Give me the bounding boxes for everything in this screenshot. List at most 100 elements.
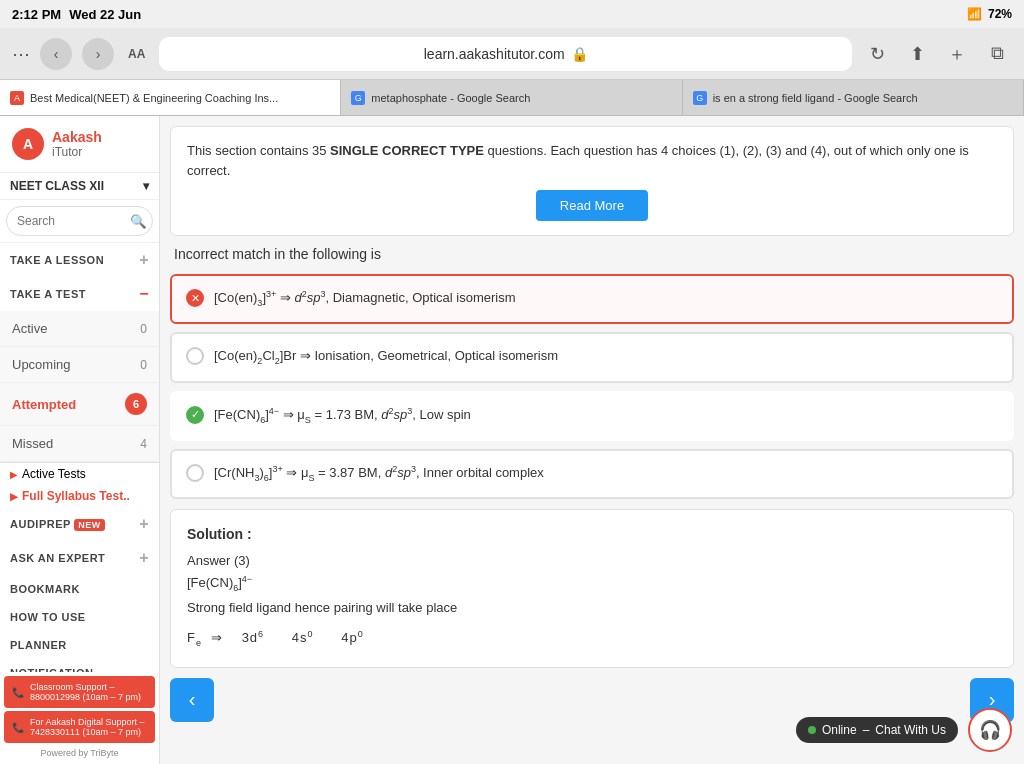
sidebar-item-full-syllabus[interactable]: ▶ Full Syllabus Test.. [0,485,159,507]
share-button[interactable]: ⬆ [902,39,932,69]
sidebar-item-bookmark[interactable]: BOOKMARK [0,575,159,603]
minus-icon-test: − [139,285,149,303]
classroom-support-text: Classroom Support – 8800012998 (10am – 7… [30,682,147,702]
lock-icon: 🔒 [571,46,588,62]
upcoming-count: 0 [140,358,147,372]
tribyte-text: Powered by TriByte [40,748,118,758]
solution-box: Solution : Answer (3) [Fe(CN)6]4− Strong… [170,509,1014,668]
ask-expert-label: ASK AN EXPERT [10,552,105,564]
sidebar-item-active-tests[interactable]: ▶ Active Tests [0,463,159,485]
plus-icon-lesson: + [139,251,149,269]
active-count: 0 [140,322,147,336]
url-text: learn.aakashitutor.com [424,46,565,62]
test-nav-attempted[interactable]: Attempted 6 [0,383,159,426]
class-label: NEET CLASS XII [10,179,104,193]
google-favicon-1: G [351,91,365,105]
solution-compound: [Fe(CN)6]4− [187,572,997,596]
how-to-use-label: HOW TO USE [10,611,86,623]
arrow-icon-syllabus: ▶ [10,491,18,502]
sidebar-item-audiprep[interactable]: AUDIPREP NEW + [0,507,159,541]
test-navigation: Active 0 Upcoming 0 Attempted 6 Missed 4 [0,311,159,463]
new-tab-button[interactable]: ＋ [942,39,972,69]
option-1[interactable]: ✕ [Co(en)3]3+ ⇒ d2sp3, Diamagnetic, Opti… [170,274,1014,324]
sidebar-item-take-a-test[interactable]: TAKE A TEST − [0,277,159,311]
chat-sublabel: – [863,723,870,737]
battery-icon: 72% [988,7,1012,21]
option-4[interactable]: [Cr(NH3)6]3+ ⇒ μS = 3.87 BM, d2sp3, Inne… [170,449,1014,499]
brand-subtitle: iTutor [52,145,102,159]
search-box: 🔍 [0,200,159,243]
solution-explanation: Strong field ligand hence pairing will t… [187,597,997,619]
content-area: This section contains 35 SINGLE CORRECT … [160,116,1024,764]
solution-title: Solution : [187,526,997,542]
headset-button[interactable]: 🎧 [968,708,1012,752]
prev-button[interactable]: ‹ [170,678,214,722]
solution-answer: Answer (3) [187,550,997,572]
sidebar-item-ask-expert[interactable]: ASK AN EXPERT + [0,541,159,575]
wifi-icon: 📶 [967,7,982,21]
sidebar-menu: TAKE A LESSON + TAKE A TEST − Active 0 U… [0,243,159,672]
plus-icon-audiprep: + [139,515,149,533]
test-nav-upcoming[interactable]: Upcoming 0 [0,347,159,383]
browser-tabs: A Best Medical(NEET) & Engineering Coach… [0,80,1024,116]
missed-label: Missed [12,436,53,451]
browser-chrome: ⋯ ‹ › AA learn.aakashitutor.com 🔒 ↻ ⬆ ＋ … [0,28,1024,80]
tab-aakash-label: Best Medical(NEET) & Engineering Coachin… [30,92,278,104]
option-3[interactable]: ✓ [Fe(CN)6]4− ⇒ μS = 1.73 BM, d2sp3, Low… [170,391,1014,441]
tabs-button[interactable]: ⧉ [982,39,1012,69]
active-label: Active [12,321,47,336]
attempted-label: Attempted [12,397,76,412]
phone-icon-classroom: 📞 [12,687,24,698]
option-2[interactable]: [Co(en)2Cl2]Br ⇒ Ionisation, Geometrical… [170,332,1014,382]
digital-support-button[interactable]: 📞 For Aakash Digital Support – 742833011… [4,711,155,743]
tab-metaphosphate[interactable]: G metaphosphate - Google Search [341,80,682,115]
online-chat: Online – Chat With Us 🎧 [796,708,1012,752]
logo-letter: A [23,136,33,152]
correct-icon-3: ✓ [186,406,204,424]
active-tests-label: Active Tests [22,467,86,481]
time: 2:12 PM [12,7,61,22]
date: Wed 22 Jun [69,7,141,22]
online-dot [808,726,816,734]
tab-ligand-label: is en a strong field ligand - Google Sea… [713,92,918,104]
phone-icon-digital: 📞 [12,722,24,733]
status-bar: 2:12 PM Wed 22 Jun 📶 72% [0,0,1024,28]
missed-count: 4 [140,437,147,451]
radio-4 [186,464,204,482]
attempted-badge: 6 [125,393,147,415]
sidebar-item-how-to-use[interactable]: HOW TO USE [0,603,159,631]
class-selector[interactable]: NEET CLASS XII ▾ [0,173,159,200]
chat-with-us: Chat With Us [875,723,946,737]
back-button[interactable]: ‹ [40,38,72,70]
option-3-text: [Fe(CN)6]4− ⇒ μS = 1.73 BM, d2sp3, Low s… [214,405,998,427]
aakash-favicon: A [10,91,24,105]
reload-button[interactable]: ↻ [862,39,892,69]
headset-icon: 🎧 [979,719,1001,741]
test-nav-missed[interactable]: Missed 4 [0,426,159,462]
sidebar-bottom: 📞 Classroom Support – 8800012998 (10am –… [0,672,159,764]
online-label: Online [822,723,857,737]
search-button[interactable]: 🔍 [130,214,147,229]
logo-icon: A [12,128,44,160]
question-prompt: Incorrect match in the following is [170,246,1014,262]
arrow-icon-active: ▶ [10,469,18,480]
test-nav-active[interactable]: Active 0 [0,311,159,347]
read-more-button[interactable]: Read More [536,190,648,221]
sidebar-item-planner[interactable]: PLANNER [0,631,159,659]
sidebar-item-notification[interactable]: NOTIFICATION [0,659,159,672]
upcoming-label: Upcoming [12,357,71,372]
option-1-text: [Co(en)3]3+ ⇒ d2sp3, Diamagnetic, Optica… [214,288,998,310]
aa-button[interactable]: AA [124,47,149,61]
url-bar[interactable]: learn.aakashitutor.com 🔒 [159,37,852,71]
dots-menu: ⋯ [12,43,30,65]
sidebar-item-take-a-lesson[interactable]: TAKE A LESSON + [0,243,159,277]
tab-ligand[interactable]: G is en a strong field ligand - Google S… [683,80,1024,115]
forward-button[interactable]: › [82,38,114,70]
full-syllabus-label: Full Syllabus Test.. [22,489,130,503]
chat-badge[interactable]: Online – Chat With Us [796,717,958,743]
tab-aakash[interactable]: A Best Medical(NEET) & Engineering Coach… [0,80,341,115]
planner-label: PLANNER [10,639,67,651]
tab-meta-label: metaphosphate - Google Search [371,92,530,104]
classroom-support-button[interactable]: 📞 Classroom Support – 8800012998 (10am –… [4,676,155,708]
google-favicon-2: G [693,91,707,105]
